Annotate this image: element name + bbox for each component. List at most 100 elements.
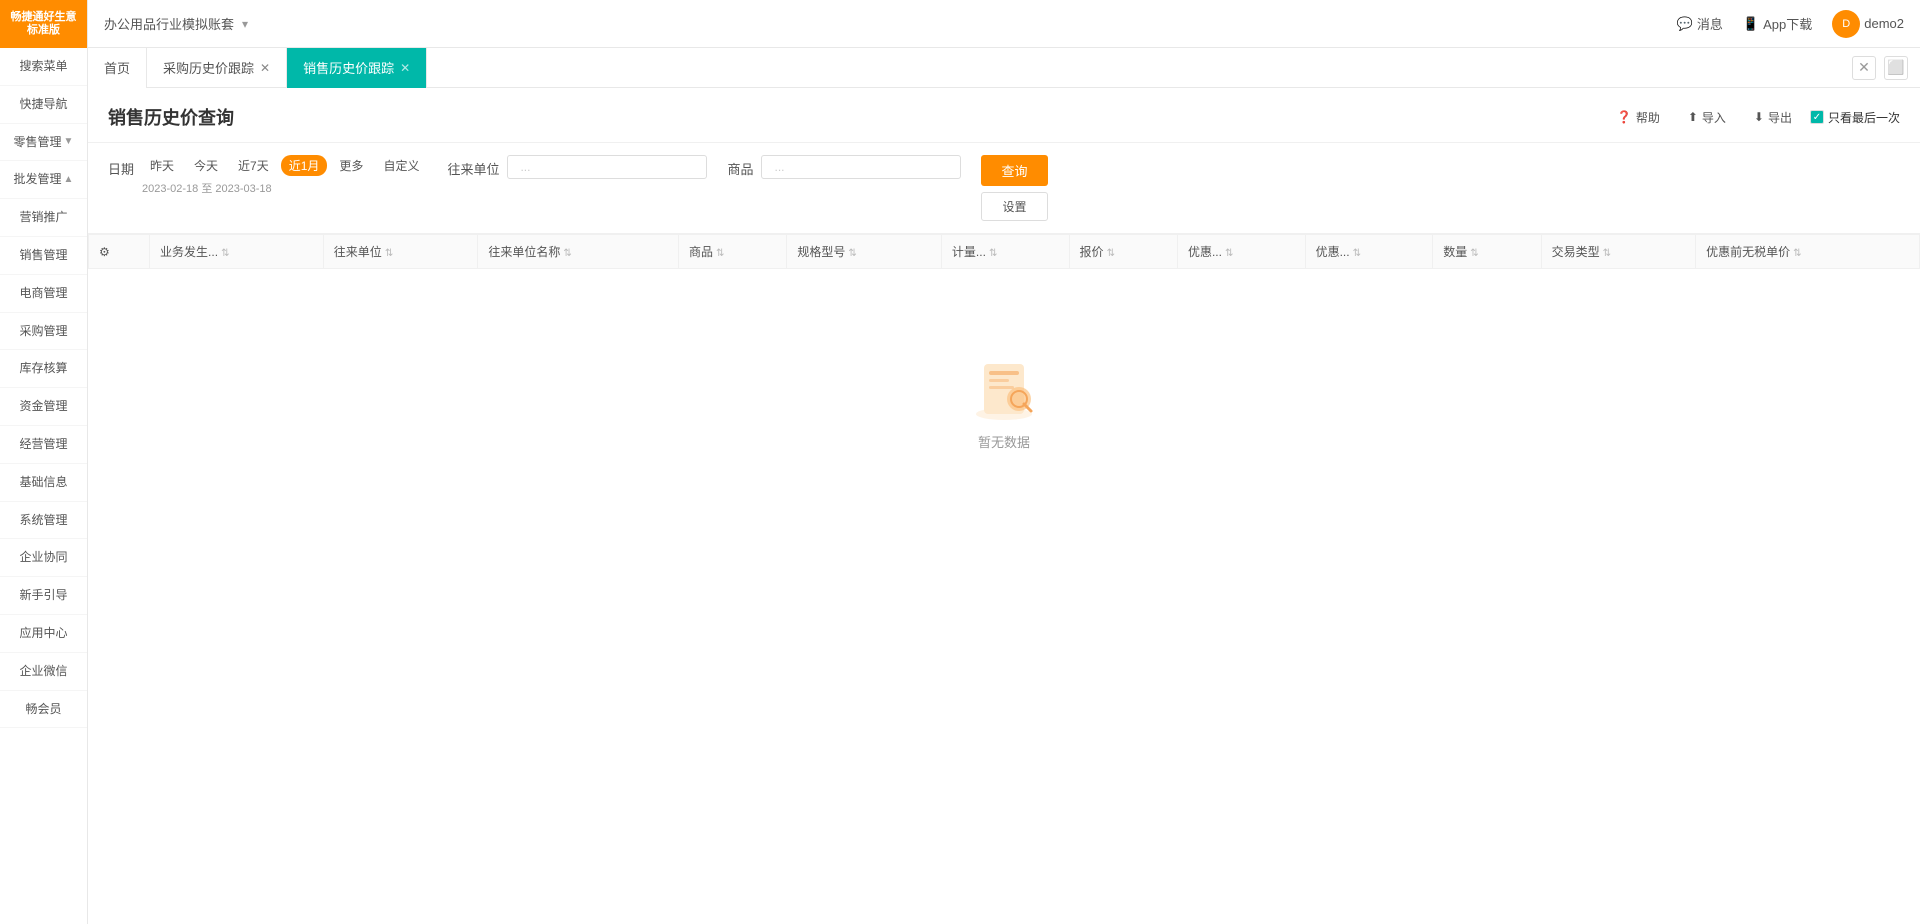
date-options: 昨天 今天 近7天 近1月 更多 自定义 2023-02-18 至 2023-0… xyxy=(142,155,427,196)
search-button[interactable]: 查询 xyxy=(981,155,1047,186)
col-header-product: 商品⇅ xyxy=(678,235,786,269)
partner-input-dots: ... xyxy=(520,160,530,174)
close-all-tabs-button[interactable]: ✕ xyxy=(1852,56,1876,80)
col-header-price: 报价⇅ xyxy=(1069,235,1177,269)
tabbar: 首页 采购历史价跟踪 ✕ 销售历史价跟踪 ✕ ✕ ⬜ xyxy=(88,48,1920,88)
sidebar-item-ecommerce-mgmt[interactable]: 电商管理 xyxy=(0,275,87,313)
date-filter-group: 日期 昨天 今天 近7天 近1月 更多 自定义 2023-02-18 至 202… xyxy=(108,155,427,196)
sort-icon-product[interactable]: ⇅ xyxy=(716,248,724,259)
sidebar-item-new-guide[interactable]: 新手引导 xyxy=(0,577,87,615)
sort-icon-unit[interactable]: ⇅ xyxy=(989,248,997,259)
date-buttons: 昨天 今天 近7天 近1月 更多 自定义 xyxy=(142,155,427,176)
data-table: ⚙业务发生...⇅往来单位⇅往来单位名称⇅商品⇅规格型号⇅计量...⇅报价⇅优惠… xyxy=(88,234,1920,269)
col-label-biz-date: 业务发生... xyxy=(160,245,218,259)
partner-input[interactable]: ... xyxy=(507,155,707,179)
topbar-left: 办公用品行业模拟账套 ▾ xyxy=(104,14,248,33)
sort-icon-pre-tax-price[interactable]: ⇅ xyxy=(1793,248,1801,259)
import-label: 导入 xyxy=(1702,109,1726,126)
check-last-option[interactable]: 只看最后一次 xyxy=(1810,109,1900,126)
filter-area: 日期 昨天 今天 近7天 近1月 更多 自定义 2023-02-18 至 202… xyxy=(88,143,1920,234)
col-label-unit: 计量... xyxy=(952,245,986,259)
sort-icon-biz-date[interactable]: ⇅ xyxy=(221,248,229,259)
tab-purchase-history-close[interactable]: ✕ xyxy=(260,61,270,75)
col-header-pre-tax-price: 优惠前无税单价⇅ xyxy=(1696,235,1920,269)
date-custom[interactable]: 自定义 xyxy=(375,155,427,176)
main-container: 办公用品行业模拟账套 ▾ 💬 消息 📱 App下载 D demo2 首页 采购历… xyxy=(88,0,1920,924)
sidebar-item-marketing[interactable]: 营销推广 xyxy=(0,199,87,237)
product-input[interactable]: ... xyxy=(761,155,961,179)
filter-settings-button[interactable]: 设置 xyxy=(981,192,1047,221)
sidebar: 畅捷通好生意 标准版 搜索菜单快捷导航零售管理▼批发管理▲营销推广销售管理电商管… xyxy=(0,0,88,924)
col-label-discount-rate: 优惠... xyxy=(1188,245,1222,259)
col-header-quantity: 数量⇅ xyxy=(1433,235,1541,269)
sort-icon-price[interactable]: ⇅ xyxy=(1107,248,1115,259)
tabbar-actions: ✕ ⬜ xyxy=(1852,56,1920,80)
sidebar-item-app-center[interactable]: 应用中心 xyxy=(0,615,87,653)
app-download-action[interactable]: 📱 App下载 xyxy=(1743,14,1812,33)
sort-icon-quantity[interactable]: ⇅ xyxy=(1470,248,1478,259)
date-1month[interactable]: 近1月 xyxy=(281,155,328,176)
topbar-title: 办公用品行业模拟账套 xyxy=(104,14,234,33)
sidebar-item-enterprise-collab[interactable]: 企业协同 xyxy=(0,539,87,577)
product-label: 商品 xyxy=(727,155,753,178)
sort-icon-partner-code[interactable]: ⇅ xyxy=(385,248,393,259)
message-action[interactable]: 💬 消息 xyxy=(1677,14,1723,33)
sort-icon-partner-name[interactable]: ⇅ xyxy=(563,248,571,259)
check-last-checkbox[interactable] xyxy=(1810,110,1824,124)
sort-icon-trade-type[interactable]: ⇅ xyxy=(1603,248,1611,259)
page-header: 销售历史价查询 ❓ 帮助 ⬆ 导入 ⬇ 导出 xyxy=(88,88,1920,143)
date-today[interactable]: 今天 xyxy=(186,155,226,176)
tab-home-label: 首页 xyxy=(104,58,130,77)
sidebar-item-search-menu[interactable]: 搜索菜单 xyxy=(0,48,87,86)
help-button[interactable]: ❓ 帮助 xyxy=(1607,105,1670,130)
user-profile[interactable]: D demo2 xyxy=(1832,10,1904,38)
sidebar-item-purchase-mgmt[interactable]: 采购管理 xyxy=(0,313,87,351)
maximize-button[interactable]: ⬜ xyxy=(1884,56,1908,80)
sort-icon-discount[interactable]: ⇅ xyxy=(1353,248,1361,259)
date-yesterday[interactable]: 昨天 xyxy=(142,155,182,176)
sidebar-item-retail-mgmt[interactable]: 零售管理▼ xyxy=(0,124,87,162)
empty-state: 暂无数据 xyxy=(88,269,1920,531)
tab-sales-history[interactable]: 销售历史价跟踪 ✕ xyxy=(287,48,427,88)
app-logo-text: 畅捷通好生意 xyxy=(11,11,77,24)
message-icon: 💬 xyxy=(1677,16,1693,32)
col-label-price: 报价 xyxy=(1080,245,1104,259)
date-more[interactable]: 更多 xyxy=(331,155,371,176)
settings-col-icon[interactable]: ⚙ xyxy=(99,245,110,259)
table-header-row: ⚙业务发生...⇅往来单位⇅往来单位名称⇅商品⇅规格型号⇅计量...⇅报价⇅优惠… xyxy=(89,235,1920,269)
toolbar-right: ❓ 帮助 ⬆ 导入 ⬇ 导出 只看最后一次 xyxy=(1607,105,1900,130)
sidebar-item-wholesale-mgmt[interactable]: 批发管理▲ xyxy=(0,161,87,199)
sort-icon-spec[interactable]: ⇅ xyxy=(848,248,856,259)
col-label-product: 商品 xyxy=(689,245,713,259)
tab-sales-history-close[interactable]: ✕ xyxy=(400,61,410,75)
sidebar-item-member[interactable]: 畅会员 xyxy=(0,691,87,729)
sidebar-item-basic-info[interactable]: 基础信息 xyxy=(0,464,87,502)
topbar: 办公用品行业模拟账套 ▾ 💬 消息 📱 App下载 D demo2 xyxy=(88,0,1920,48)
export-button[interactable]: ⬇ 导出 xyxy=(1744,105,1802,130)
sidebar-item-enterprise-wechat[interactable]: 企业微信 xyxy=(0,653,87,691)
sort-icon-discount-rate[interactable]: ⇅ xyxy=(1225,248,1233,259)
import-icon: ⬆ xyxy=(1688,110,1698,124)
tab-sales-history-label: 销售历史价跟踪 xyxy=(303,58,394,77)
app-logo-subtext: 标准版 xyxy=(27,24,60,37)
date-7days[interactable]: 近7天 xyxy=(230,155,277,176)
export-label: 导出 xyxy=(1768,109,1792,126)
help-icon: ❓ xyxy=(1617,110,1632,124)
col-label-trade-type: 交易类型 xyxy=(1552,245,1600,259)
col-label-partner-name: 往来单位名称 xyxy=(488,245,560,259)
sidebar-item-inventory[interactable]: 库存核算 xyxy=(0,350,87,388)
sidebar-item-system-mgmt[interactable]: 系统管理 xyxy=(0,502,87,540)
col-header-unit: 计量...⇅ xyxy=(941,235,1069,269)
col-label-partner-code: 往来单位 xyxy=(334,245,382,259)
sidebar-item-finance-mgmt[interactable]: 资金管理 xyxy=(0,388,87,426)
import-button[interactable]: ⬆ 导入 xyxy=(1678,105,1736,130)
tab-home[interactable]: 首页 xyxy=(88,48,147,88)
sidebar-items-list: 搜索菜单快捷导航零售管理▼批发管理▲营销推广销售管理电商管理采购管理库存核算资金… xyxy=(0,48,87,728)
app-logo[interactable]: 畅捷通好生意 标准版 xyxy=(0,0,87,48)
sidebar-item-quick-nav[interactable]: 快捷导航 xyxy=(0,86,87,124)
topbar-dropdown-icon[interactable]: ▾ xyxy=(242,17,248,31)
sidebar-item-sales-mgmt[interactable]: 销售管理 xyxy=(0,237,87,275)
message-label: 消息 xyxy=(1697,14,1723,33)
tab-purchase-history[interactable]: 采购历史价跟踪 ✕ xyxy=(147,48,287,88)
sidebar-item-operations-mgmt[interactable]: 经营管理 xyxy=(0,426,87,464)
